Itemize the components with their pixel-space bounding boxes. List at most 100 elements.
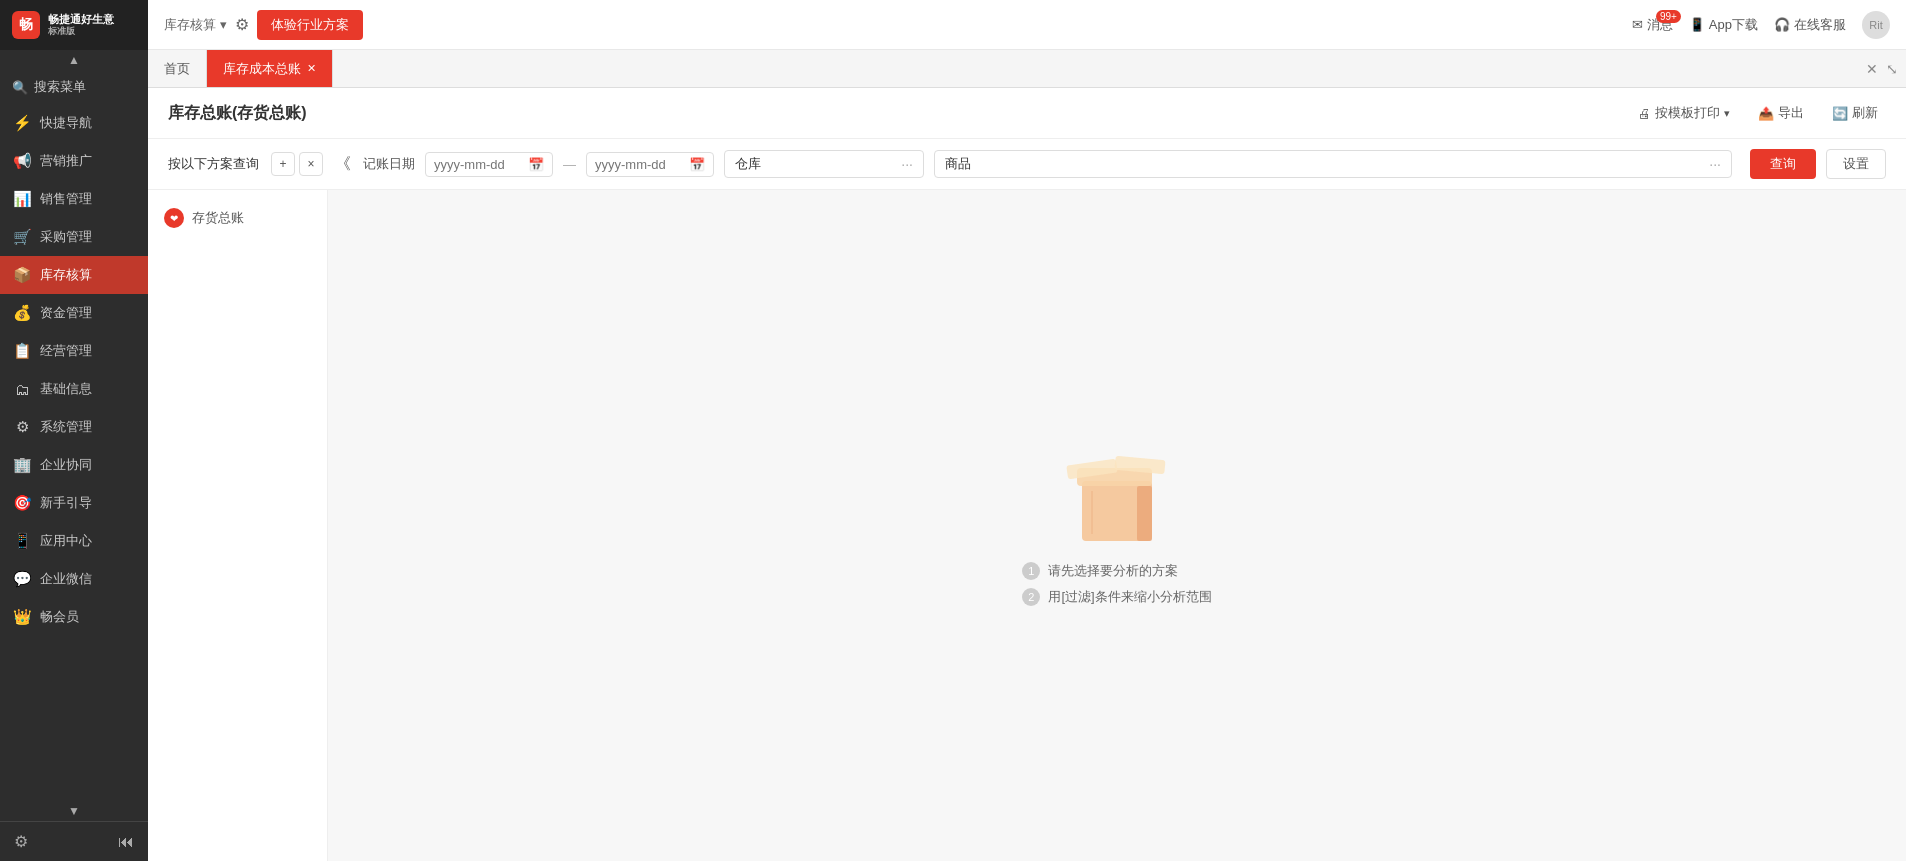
print-template-button[interactable]: 🖨 按模板打印 ▾ [1630,100,1738,126]
filter-row: 记账日期 📅 — 📅 仓库 ··· 商品 ··· 查询 设置 [363,149,1886,179]
app-center-icon: 📱 [12,532,32,550]
message-item[interactable]: ✉ 消息 99+ [1632,16,1673,34]
date-start-input[interactable]: 📅 [425,152,553,177]
empty-state: 1 请先选择要分析的方案 2 用[过滤]条件来缩小分析范围 [1022,446,1211,606]
scheme-icon: ❤ [164,208,184,228]
topbar-right: ✉ 消息 99+ 📱 App下载 🎧 在线客服 Rit [1632,11,1890,39]
sidebar-item-member[interactable]: 👑 畅会员 [0,598,148,636]
tabs-bar: 首页 库存成本总账 ✕ ✕ ⤡ [148,50,1906,88]
settings-bottom-icon[interactable]: ⚙ [14,832,28,851]
hint-item-1: 1 请先选择要分析的方案 [1022,562,1211,580]
filter-delete-button[interactable]: × [299,152,323,176]
print-dropdown-icon[interactable]: ▾ [1724,107,1730,120]
filter-area: 按以下方案查询 + × 《 记账日期 📅 — 📅 仓库 ··· [148,139,1906,190]
tab-panel-expand-icon[interactable]: ⤡ [1886,61,1898,77]
filter-label: 按以下方案查询 [168,155,259,173]
date-label: 记账日期 [363,155,415,173]
logo-icon: 畅 [12,11,40,39]
headset-icon: 🎧 [1774,17,1790,32]
sidebar-item-system[interactable]: ⚙ 系统管理 [0,408,148,446]
topbar-left: 库存核算 ▾ ⚙ 体验行业方案 [164,10,1622,40]
scheme-item-inventory-ledger[interactable]: ❤ 存货总账 [148,200,327,236]
app-logo: 畅 畅捷通好生意 标准版 [0,0,148,50]
sidebar-scroll-down[interactable]: ▼ [68,804,80,818]
member-icon: 👑 [12,608,32,626]
tab-close-icon[interactable]: ✕ [307,62,316,75]
filter-add-button[interactable]: + [271,152,295,176]
sidebar-item-basic-info[interactable]: 🗂 基础信息 [0,370,148,408]
system-icon: ⚙ [12,418,32,436]
basic-info-icon: 🗂 [12,381,32,398]
sidebar-scroll-up[interactable]: ▲ [68,53,80,67]
tab-panel-close-icon[interactable]: ✕ [1866,61,1878,77]
phone-icon: 📱 [1689,17,1705,32]
search-icon: 🔍 [12,80,28,95]
quick-nav-icon: ⚡ [12,114,32,132]
marketing-icon: 📢 [12,152,32,170]
goods-more-icon[interactable]: ··· [1709,156,1721,172]
refresh-icon: 🔄 [1832,106,1848,121]
export-icon: 📤 [1758,106,1774,121]
newbie-icon: 🎯 [12,494,32,512]
empty-hints: 1 请先选择要分析的方案 2 用[过滤]条件来缩小分析范围 [1022,562,1211,606]
sidebar-item-purchase[interactable]: 🛒 采购管理 [0,218,148,256]
filter-collapse-icon[interactable]: 《 [335,154,351,175]
hint-num-1: 1 [1022,562,1040,580]
sidebar-item-operation[interactable]: 📋 经营管理 [0,332,148,370]
calendar-start-icon[interactable]: 📅 [528,157,544,172]
enterprise-icon: 🏢 [12,456,32,474]
sidebar-item-newbie[interactable]: 🎯 新手引导 [0,484,148,522]
sidebar-bottom: ⚙ ⏮ [0,821,148,861]
purchase-icon: 🛒 [12,228,32,246]
calendar-end-icon[interactable]: 📅 [689,157,705,172]
sidebar-item-inventory[interactable]: 📦 库存核算 [0,256,148,294]
date-separator: — [563,157,576,172]
trial-button[interactable]: 体验行业方案 [257,10,363,40]
warehouse-label: 仓库 [735,155,761,173]
hint-num-2: 2 [1022,588,1040,606]
tabs-actions: ✕ ⤡ [1866,61,1906,77]
inventory-icon: 📦 [12,266,32,284]
date-end-input[interactable]: 📅 [586,152,714,177]
hint-item-2: 2 用[过滤]条件来缩小分析范围 [1022,588,1211,606]
goods-label: 商品 [945,155,971,173]
filter-actions: + × [271,152,323,176]
scheme-panel: ❤ 存货总账 [148,190,328,861]
breadcrumb: 库存核算 ▾ [164,16,227,34]
wechat-icon: 💬 [12,570,32,588]
content-wrapper: ❤ 存货总账 [148,190,1906,861]
sidebar-item-wechat[interactable]: 💬 企业微信 [0,560,148,598]
sidebar-item-finance[interactable]: 💰 资金管理 [0,294,148,332]
refresh-button[interactable]: 🔄 刷新 [1824,100,1886,126]
tab-cost-ledger[interactable]: 库存成本总账 ✕ [207,50,333,87]
export-button[interactable]: 📤 导出 [1750,100,1812,126]
hint-text-2: 用[过滤]条件来缩小分析范围 [1048,588,1211,606]
sidebar-search[interactable]: 🔍 搜索菜单 [0,70,148,104]
sidebar-item-sales[interactable]: 📊 销售管理 [0,180,148,218]
date-start-field[interactable] [434,157,524,172]
date-end-field[interactable] [595,157,685,172]
settings-button[interactable]: 设置 [1826,149,1886,179]
volume-bottom-icon[interactable]: ⏮ [118,833,134,851]
sidebar-nav: 🔍 搜索菜单 ⚡ 快捷导航 📢 营销推广 📊 销售管理 🛒 采购管理 📦 库存核… [0,70,148,801]
tab-home[interactable]: 首页 [148,50,207,87]
page-header: 库存总账(存货总账) 🖨 按模板打印 ▾ 📤 导出 🔄 刷新 [148,88,1906,139]
print-icon: 🖨 [1638,106,1651,121]
online-service-item[interactable]: 🎧 在线客服 [1774,16,1846,34]
svg-rect-1 [1137,486,1152,541]
sidebar-item-marketing[interactable]: 📢 营销推广 [0,142,148,180]
app-download-item[interactable]: 📱 App下载 [1689,16,1758,34]
logo-text: 畅捷通好生意 标准版 [48,12,114,38]
topbar-settings-icon[interactable]: ⚙ [235,15,249,34]
user-avatar-item[interactable]: Rit [1862,11,1890,39]
sidebar-item-enterprise[interactable]: 🏢 企业协同 [0,446,148,484]
sidebar-item-app-center[interactable]: 📱 应用中心 [0,522,148,560]
warehouse-select[interactable]: 仓库 ··· [724,150,924,178]
main-content: 1 请先选择要分析的方案 2 用[过滤]条件来缩小分析范围 [328,190,1906,861]
query-button[interactable]: 查询 [1750,149,1816,179]
goods-select[interactable]: 商品 ··· [934,150,1732,178]
breadcrumb-arrow[interactable]: ▾ [220,17,227,32]
warehouse-more-icon[interactable]: ··· [901,156,913,172]
hint-text-1: 请先选择要分析的方案 [1048,562,1178,580]
sidebar-item-quick-nav[interactable]: ⚡ 快捷导航 [0,104,148,142]
